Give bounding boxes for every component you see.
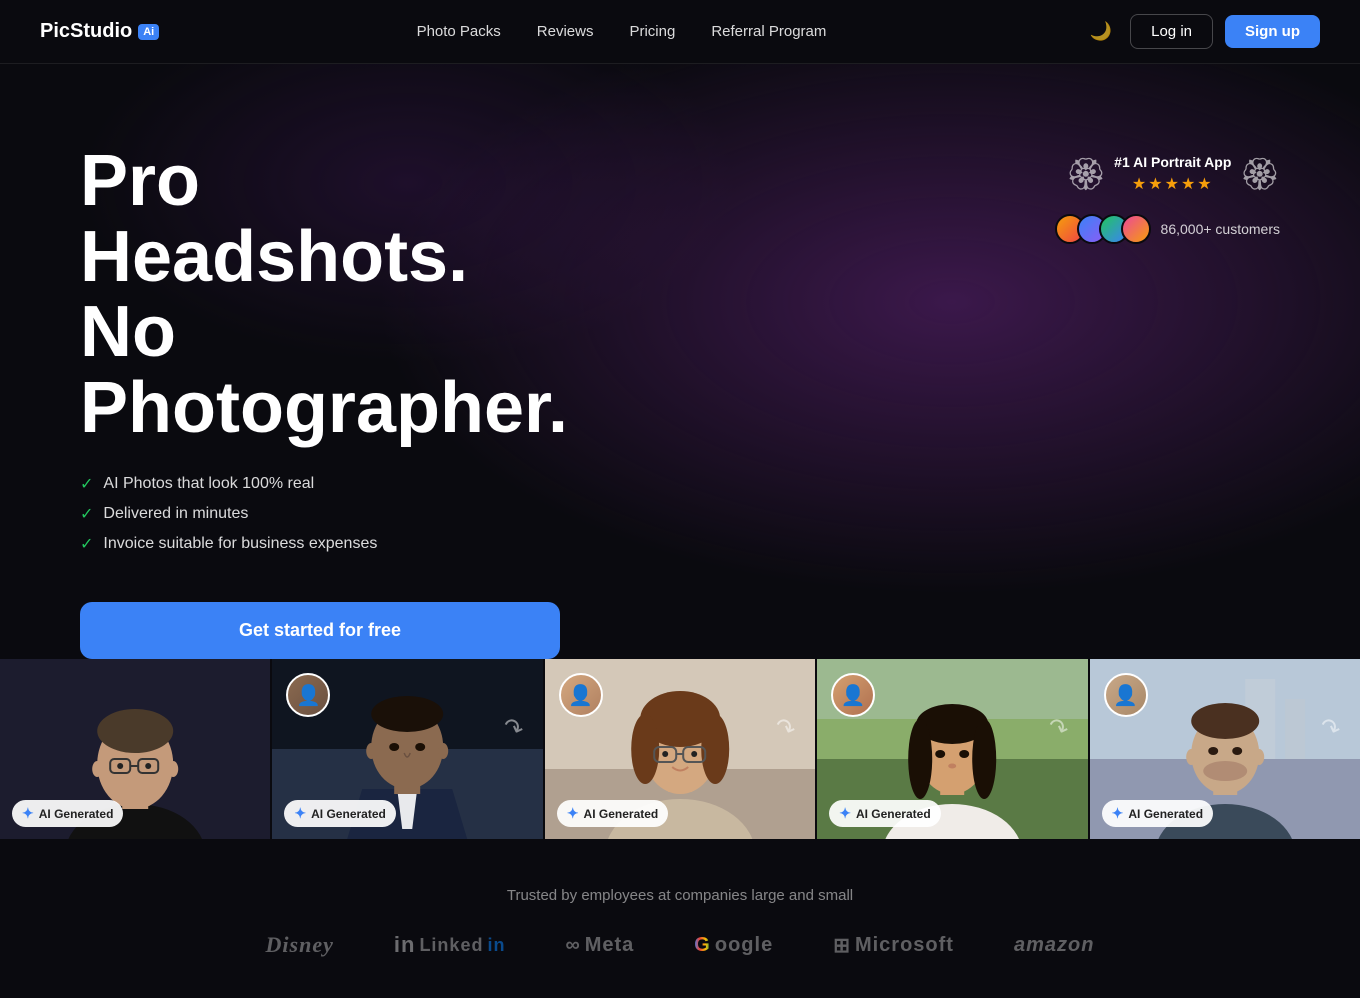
ai-badge-text-5: AI Generated: [1128, 807, 1203, 821]
image-card-2: 👤 ↷ ✦ AI Generated: [270, 659, 542, 839]
laurel-right-icon: 🏵: [1239, 155, 1280, 193]
award-title: #1 AI Portrait App: [1114, 154, 1231, 170]
image-card-1: ✦ AI Generated: [0, 659, 270, 839]
nav-link-photo-packs[interactable]: Photo Packs: [417, 23, 501, 40]
disney-icon: Disney: [266, 932, 334, 958]
logo-meta: ∞ Meta: [565, 934, 634, 957]
nav-link-reviews[interactable]: Reviews: [537, 23, 594, 40]
hero-features: ✓ AI Photos that look 100% real ✓ Delive…: [80, 474, 880, 554]
source-avatar-5: 👤: [1104, 673, 1148, 717]
logo-text: PicStudio: [40, 20, 132, 43]
feature-2: ✓ Delivered in minutes: [80, 504, 880, 524]
award-stars: ★★★★★: [1114, 174, 1231, 194]
theme-toggle-button[interactable]: 🌙: [1084, 15, 1118, 48]
avatar-4: [1121, 214, 1151, 244]
image-strip: ✦ AI Generated: [0, 659, 1360, 839]
image-card-4: 👤 ↷ ✦ AI Generated: [815, 659, 1087, 839]
ai-badge-1: ✦ AI Generated: [12, 800, 123, 827]
navbar: PicStudio Ai Photo Packs Reviews Pricing…: [0, 0, 1360, 64]
google-icon: G: [694, 934, 711, 957]
cta-wrap: Get started for free: [80, 602, 880, 659]
ai-badge-4: ✦ AI Generated: [829, 800, 940, 827]
ai-badge-3: ✦ AI Generated: [557, 800, 668, 827]
meta-icon: ∞: [565, 934, 580, 957]
hero-title-line4: Photographer.: [80, 368, 568, 448]
nav-link-referral[interactable]: Referral Program: [711, 23, 826, 40]
nav-links: Photo Packs Reviews Pricing Referral Pro…: [417, 23, 827, 40]
sparkle-icon-3: ✦: [567, 805, 579, 822]
hero-title-line3: No: [80, 292, 176, 372]
ai-badge-text-4: AI Generated: [856, 807, 931, 821]
login-button[interactable]: Log in: [1130, 14, 1213, 49]
nav-link-pricing[interactable]: Pricing: [629, 23, 675, 40]
ai-badge-5: ✦ AI Generated: [1102, 800, 1213, 827]
customer-avatars: [1055, 214, 1151, 244]
amazon-text: amazon: [1014, 934, 1094, 957]
customers-block: 86,000+ customers: [1055, 214, 1280, 244]
trusted-section: Trusted by employees at companies large …: [0, 839, 1360, 998]
logo-amazon: amazon: [1014, 934, 1094, 957]
linkedin-icon: in: [394, 932, 416, 958]
logos-row: Disney in Linkedin ∞ Meta G oogle ⊞ Micr…: [80, 932, 1280, 958]
check-icon-1: ✓: [80, 474, 93, 494]
hero-title-line2: Headshots.: [80, 217, 468, 297]
logo-microsoft: ⊞ Microsoft: [833, 933, 954, 958]
nav-actions: 🌙 Log in Sign up: [1084, 14, 1320, 49]
logo-disney: Disney: [266, 932, 334, 958]
feature-2-text: Delivered in minutes: [103, 505, 248, 523]
logo-google: G oogle: [694, 934, 773, 957]
hero-right: 🏵 #1 AI Portrait App ★★★★★ 🏵 86,000+ cus…: [880, 144, 1280, 659]
ai-badge-2: ✦ AI Generated: [284, 800, 395, 827]
microsoft-icon: ⊞: [833, 933, 851, 958]
image-card-5: 👤 ↷ ✦ AI Generated: [1088, 659, 1360, 839]
hero-title: Pro Headshots. No Photographer.: [80, 144, 880, 446]
sparkle-icon-2: ✦: [294, 805, 306, 822]
feature-3: ✓ Invoice suitable for business expenses: [80, 534, 880, 554]
hero-section: Pro Headshots. No Photographer. ✓ AI Pho…: [0, 64, 1360, 659]
cta-button[interactable]: Get started for free: [80, 602, 560, 659]
signup-button[interactable]: Sign up: [1225, 15, 1320, 48]
image-card-3: 👤 ↷ ✦ AI Generated: [543, 659, 815, 839]
image-strip-inner: ✦ AI Generated: [0, 659, 1360, 839]
hero-title-line1: Pro: [80, 141, 200, 221]
logo-badge: Ai: [138, 24, 159, 40]
sparkle-icon-1: ✦: [22, 805, 34, 822]
trusted-text: Trusted by employees at companies large …: [80, 887, 1280, 904]
ai-badge-text-1: AI Generated: [39, 807, 114, 821]
laurel-left-icon: 🏵: [1066, 155, 1107, 193]
feature-1-text: AI Photos that look 100% real: [103, 475, 314, 493]
check-icon-2: ✓: [80, 504, 93, 524]
source-avatar-3: 👤: [559, 673, 603, 717]
ai-badge-text-3: AI Generated: [584, 807, 659, 821]
sparkle-icon-5: ✦: [1112, 805, 1124, 822]
hero-left: Pro Headshots. No Photographer. ✓ AI Pho…: [80, 144, 880, 659]
feature-1: ✓ AI Photos that look 100% real: [80, 474, 880, 494]
customers-count: 86,000+ customers: [1161, 221, 1280, 237]
sparkle-icon-4: ✦: [839, 805, 851, 822]
check-icon-3: ✓: [80, 534, 93, 554]
ai-badge-text-2: AI Generated: [311, 807, 386, 821]
award-badge: 🏵 #1 AI Portrait App ★★★★★ 🏵: [1066, 154, 1280, 194]
logo-linkedin: in Linkedin: [394, 932, 506, 958]
logo[interactable]: PicStudio Ai: [40, 20, 159, 43]
feature-3-text: Invoice suitable for business expenses: [103, 535, 377, 553]
